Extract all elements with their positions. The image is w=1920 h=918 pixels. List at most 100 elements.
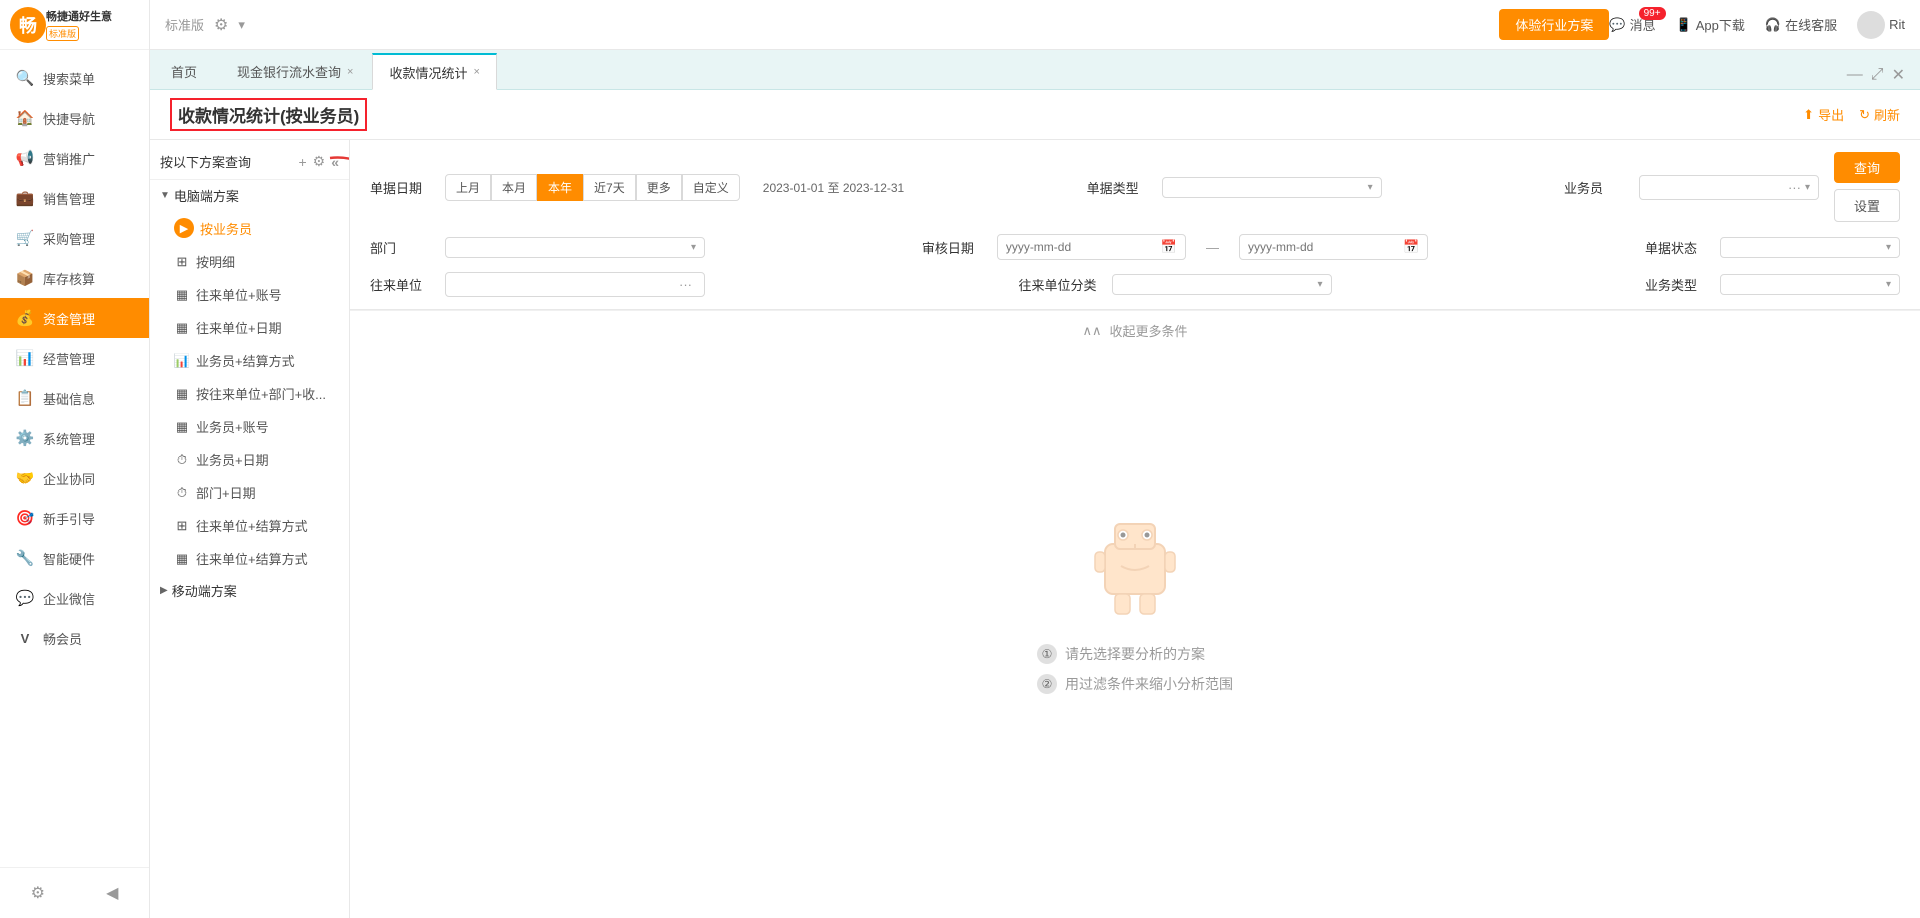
audit-date-from[interactable]: 📅 <box>997 234 1186 260</box>
scheme-item-by-staff[interactable]: ▶ 按业务员 <box>150 211 349 245</box>
sidebar-item-basic[interactable]: 📋 基础信息 <box>0 378 149 418</box>
system-icon: ⚙️ <box>15 428 35 448</box>
audit-date-to[interactable]: 📅 <box>1239 234 1428 260</box>
scheme-item-unit-account[interactable]: ▦ 往来单位+账号 <box>150 278 349 311</box>
sidebar-item-wechat[interactable]: 💬 企业微信 <box>0 578 149 618</box>
scheme-item-unit-settle1[interactable]: ⊞ 往来单位+结算方式 <box>150 509 349 542</box>
left-panel-title: 按以下方案查询 <box>160 152 251 171</box>
minimize-btn[interactable]: — <box>1847 66 1863 84</box>
tab-receipt-stat-close[interactable]: × <box>473 66 479 78</box>
date-filter-label: 单据日期 <box>370 178 430 197</box>
sidebar-item-sales[interactable]: 💼 销售管理 <box>0 178 149 218</box>
app-download-btn[interactable]: 📱 App下载 <box>1676 15 1745 34</box>
sidebar-settings-btn[interactable]: ⚙ <box>26 878 50 908</box>
corp-icon: 🤝 <box>15 468 35 488</box>
topbar-breadcrumb: 标准版 <box>165 15 204 34</box>
sidebar-item-label: 智能硬件 <box>43 549 95 568</box>
content-area: 按以下方案查询 + ⚙ « <box>150 140 1920 918</box>
scheme-item-staff-date[interactable]: ⏱ 业务员+日期 <box>150 443 349 476</box>
hint-item-2: ② 用过滤条件来缩小分析范围 <box>1037 674 1233 694</box>
scheme-item-unit-dept-recv[interactable]: ▦ 按往来单位+部门+收... <box>150 377 349 410</box>
dept-label: 部门 <box>370 238 430 257</box>
staff-extra-btn[interactable]: ··· <box>1788 180 1801 195</box>
pc-group-arrow: ▼ <box>160 190 170 201</box>
scheme-item-unit-date[interactable]: ▦ 往来单位+日期 <box>150 311 349 344</box>
sidebar-collapse-btn[interactable]: ◀ <box>101 878 123 908</box>
doc-status-select[interactable]: ▾ <box>1720 237 1900 258</box>
tab-bank-flow[interactable]: 现金银行流水查询 × <box>220 53 370 89</box>
topbar-settings-icon[interactable]: ⚙ <box>214 15 228 35</box>
page-header: 收款情况统计(按业务员) ⬆ 导出 ↻ 刷新 <box>150 90 1920 140</box>
scheme-item-staff-account[interactable]: ▦ 业务员+账号 <box>150 410 349 443</box>
sidebar-item-label: 系统管理 <box>43 429 95 448</box>
sidebar-item-guide[interactable]: 🎯 新手引导 <box>0 498 149 538</box>
biz-type-label: 业务类型 <box>1645 275 1705 294</box>
pc-scheme-group-header[interactable]: ▼ 电脑端方案 <box>150 180 349 211</box>
online-service-btn[interactable]: 🎧 在线客服 <box>1765 15 1837 34</box>
messages-btn[interactable]: 💬 消息 99+ <box>1609 15 1655 34</box>
export-btn[interactable]: ⬆ 导出 <box>1803 105 1844 124</box>
tab-home[interactable]: 首页 <box>150 53 218 89</box>
biz-type-select[interactable]: ▾ <box>1720 274 1900 295</box>
sidebar-item-hardware[interactable]: 🔧 智能硬件 <box>0 538 149 578</box>
sidebar-item-quicknav[interactable]: 🏠 快捷导航 <box>0 98 149 138</box>
panel-collapse-btn[interactable]: « <box>331 154 339 170</box>
close-btn[interactable]: ✕ <box>1892 65 1905 85</box>
pc-group-label: 电脑端方案 <box>174 186 239 205</box>
doc-status-arrow: ▾ <box>1886 242 1891 253</box>
table3-icon: ▦ <box>174 386 190 402</box>
sidebar-item-inventory[interactable]: 📦 库存核算 <box>0 258 149 298</box>
date-btn-this-year[interactable]: 本年 <box>537 174 583 201</box>
staff-arrow: ▾ <box>1805 182 1810 193</box>
sidebar-item-system[interactable]: ⚙️ 系统管理 <box>0 418 149 458</box>
audit-from-input[interactable] <box>1006 240 1161 254</box>
left-panel-header: 按以下方案查询 + ⚙ « <box>150 140 349 180</box>
settings-filter-btn[interactable]: 设置 <box>1834 189 1900 222</box>
scheme-item-label: 业务员+日期 <box>196 450 269 469</box>
dept-select[interactable]: ▾ <box>445 237 705 258</box>
scheme-item-by-detail[interactable]: ⊞ 按明细 <box>150 245 349 278</box>
trial-btn[interactable]: 体验行业方案 <box>1499 9 1609 40</box>
date-btn-custom[interactable]: 自定义 <box>682 174 740 201</box>
mobile-scheme-group-header[interactable]: ▶ 移动端方案 <box>150 575 349 606</box>
calendar-icon-1[interactable]: 📅 <box>1161 239 1177 255</box>
partner-select[interactable]: ··· <box>445 272 705 297</box>
maximize-btn[interactable]: ⤢ <box>1871 66 1884 84</box>
tab-receipt-stat[interactable]: 收款情况统计 × <box>372 53 496 90</box>
partner-extra-btn[interactable]: ··· <box>679 277 692 292</box>
collapse-bar[interactable]: ∧∧ 收起更多条件 <box>350 310 1920 350</box>
user-btn[interactable]: Rit <box>1857 11 1905 39</box>
partner-category-select[interactable]: ▾ <box>1112 274 1332 295</box>
query-btn[interactable]: 查询 <box>1834 152 1900 183</box>
table4-icon: ▦ <box>174 419 190 435</box>
sidebar-item-finance[interactable]: 💰 资金管理 <box>0 298 149 338</box>
staff-select[interactable]: ··· ▾ <box>1639 175 1819 200</box>
doc-type-select[interactable]: ▾ <box>1162 177 1382 198</box>
sidebar-item-purchase[interactable]: 🛒 采购管理 <box>0 218 149 258</box>
audit-to-input[interactable] <box>1248 240 1403 254</box>
date-btn-last7days[interactable]: 近7天 <box>583 174 636 201</box>
refresh-btn[interactable]: ↻ 刷新 <box>1859 105 1900 124</box>
scheme-item-unit-settle2[interactable]: ▦ 往来单位+结算方式 <box>150 542 349 575</box>
export-icon: ⬆ <box>1803 107 1814 123</box>
add-scheme-btn[interactable]: + <box>298 154 306 170</box>
sidebar-item-operation[interactable]: 📊 经营管理 <box>0 338 149 378</box>
topbar-dropdown-icon[interactable]: ▾ <box>238 17 245 33</box>
sidebar-item-marketing[interactable]: 📢 营销推广 <box>0 138 149 178</box>
sidebar-item-label: 营销推广 <box>43 149 95 168</box>
scheme-item-dept-date[interactable]: ⏱ 部门+日期 <box>150 476 349 509</box>
date-btn-more[interactable]: 更多 <box>636 174 682 201</box>
date-btn-last-month[interactable]: 上月 <box>445 174 491 201</box>
sidebar-item-label: 销售管理 <box>43 189 95 208</box>
sidebar-item-member[interactable]: V 畅会员 <box>0 618 149 658</box>
scheme-settings-btn[interactable]: ⚙ <box>313 153 326 170</box>
table5-icon: ▦ <box>174 551 190 567</box>
date-btn-this-month[interactable]: 本月 <box>491 174 537 201</box>
scheme-item-staff-settle[interactable]: 📊 业务员+结算方式 <box>150 344 349 377</box>
sidebar-item-corp[interactable]: 🤝 企业协同 <box>0 458 149 498</box>
tab-bank-flow-close[interactable]: × <box>347 66 353 78</box>
pc-scheme-group: ▼ 电脑端方案 ▶ 按业务员 ⊞ 按明细 ▦ 往来单位+账号 <box>150 180 349 575</box>
sidebar-item-search[interactable]: 🔍 搜索菜单 <box>0 58 149 98</box>
calendar-icon-2[interactable]: 📅 <box>1403 239 1419 255</box>
user-label: Rit <box>1889 17 1905 32</box>
